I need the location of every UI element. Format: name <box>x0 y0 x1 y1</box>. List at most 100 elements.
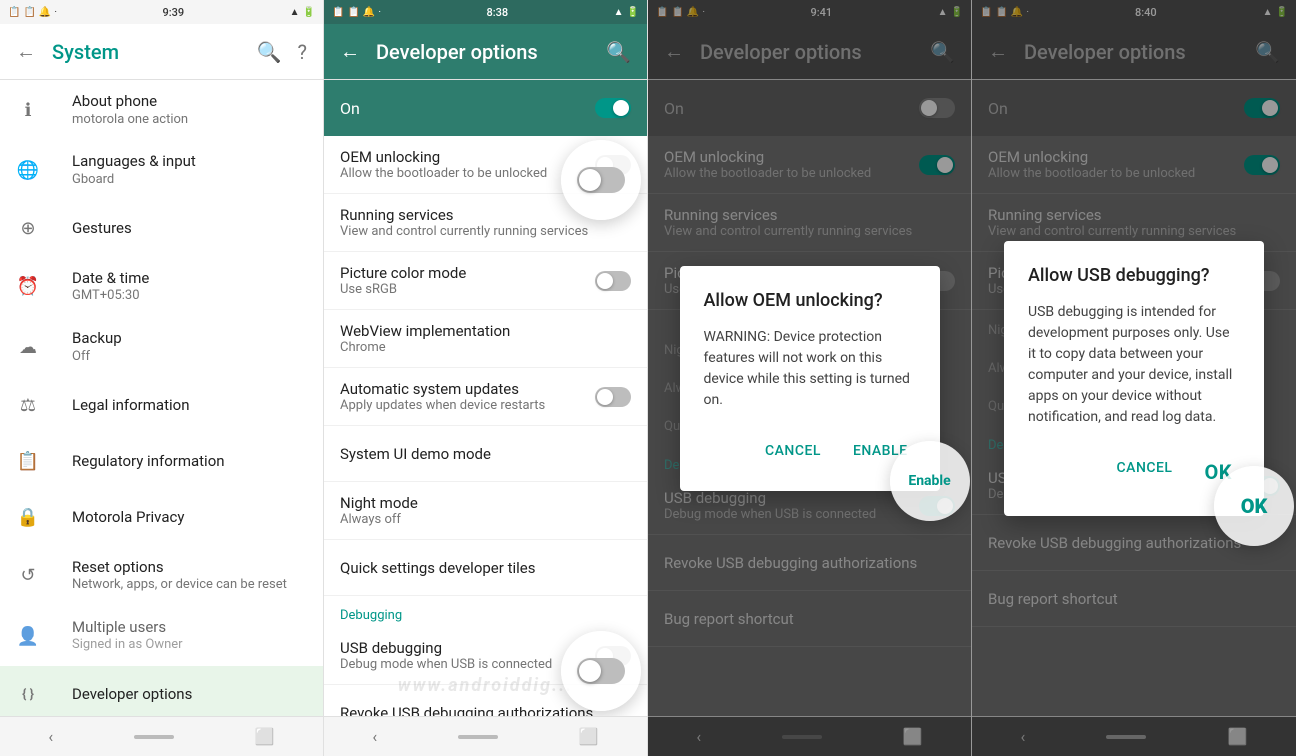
app-bar-1: ← System 🔍 ? <box>0 24 323 80</box>
legal-label: Legal information <box>72 396 307 416</box>
status-time-1: 9:39 <box>162 6 184 19</box>
developer-icon: { } <box>16 682 40 706</box>
auto-updates-sub: Apply updates when device restarts <box>340 398 587 413</box>
regulatory-label: Regulatory information <box>72 452 307 472</box>
webview-label: WebView implementation <box>340 322 631 340</box>
usb-big-toggle[interactable] <box>577 658 625 684</box>
nav-indicator-2 <box>458 735 498 739</box>
back-icon-2[interactable]: ← <box>340 39 360 64</box>
settings-item-legal[interactable]: ⚖ Legal information <box>0 378 323 434</box>
nav-bar-2: ‹ ⬜ <box>324 716 647 756</box>
oem-dialog-text: WARNING: Device protection features will… <box>704 327 916 411</box>
oem-cancel-button[interactable]: Cancel <box>757 435 829 467</box>
usb-item-wrapper: USB debugging Debug mode when USB is con… <box>324 627 647 685</box>
app-bar-title-2: Developer options <box>376 40 590 64</box>
oem-sub: Allow the bootloader to be unlocked <box>340 166 587 181</box>
legal-icon: ⚖ <box>16 394 40 418</box>
back-icon[interactable]: ← <box>16 39 36 64</box>
datetime-sub: GMT+05:30 <box>72 288 307 305</box>
datetime-icon: ⏰ <box>16 275 40 299</box>
backup-icon: ☁ <box>16 335 40 359</box>
dialog-overlay-4: Allow USB debugging? USB debugging is in… <box>972 0 1296 756</box>
toggle-circle-2 <box>613 100 629 116</box>
help-icon-1[interactable]: ? <box>298 40 307 64</box>
nav-back-1[interactable]: ‹ <box>32 719 69 754</box>
settings-list-1: ℹ About phone motorola one action 🌐 Lang… <box>0 80 323 716</box>
backup-sub: Off <box>72 349 307 366</box>
dev-item-night-mode[interactable]: Night mode Always off <box>324 482 647 540</box>
dev-item-webview[interactable]: WebView implementation Chrome <box>324 310 647 368</box>
users-icon: 👤 <box>16 624 40 648</box>
settings-item-reset[interactable]: ↺ Reset options Network, apps, or device… <box>0 546 323 606</box>
picture-color-label: Picture color mode <box>340 264 587 282</box>
dialog-overlay-3: Allow OEM unlocking? WARNING: Device pro… <box>648 0 971 756</box>
gestures-label: Gestures <box>72 219 307 239</box>
status-icons-right-2: ▲🔋 <box>614 7 639 18</box>
dev-master-toggle-2[interactable] <box>595 98 631 118</box>
datetime-label: Date & time <box>72 269 307 289</box>
status-bar-2: 📋📋🔔· 8:38 ▲🔋 <box>324 0 647 24</box>
settings-item-developer[interactable]: { } Developer options <box>0 666 323 716</box>
demo-mode-label: System UI demo mode <box>340 445 631 463</box>
usb-cancel-button[interactable]: Cancel <box>1109 452 1181 492</box>
usb-dialog-title: Allow USB debugging? <box>1028 265 1240 286</box>
app-bar-2: ← Developer options 🔍 <box>324 24 647 80</box>
nav-square-1[interactable]: ⬜ <box>239 719 291 754</box>
search-icon-2[interactable]: 🔍 <box>606 40 631 64</box>
users-sub: Signed in as Owner <box>72 637 307 654</box>
dev-header-toggle-2[interactable]: On <box>324 80 647 136</box>
panel-system-settings: 📋📋🔔· 9:39 ▲🔋 ← System 🔍 ? ℹ About phone … <box>0 0 324 756</box>
dev-item-auto-updates[interactable]: Automatic system updates Apply updates w… <box>324 368 647 426</box>
settings-item-users[interactable]: 👤 Multiple users Signed in as Owner <box>0 606 323 666</box>
oem-label: OEM unlocking <box>340 148 587 166</box>
settings-item-privacy[interactable]: 🔒 Motorola Privacy <box>0 490 323 546</box>
settings-item-regulatory[interactable]: 📋 Regulatory information <box>0 434 323 490</box>
oem-big-toggle[interactable] <box>577 167 625 193</box>
usb-toggle-circle-overlay <box>561 631 641 711</box>
dev-item-picture-color[interactable]: Picture color mode Use sRGB <box>324 252 647 310</box>
usb-debug-sub: Debug mode when USB is connected <box>340 657 587 672</box>
nav-back-2[interactable]: ‹ <box>356 719 393 754</box>
app-bar-title-1: System <box>52 40 241 64</box>
night-mode-sub: Always off <box>340 512 631 527</box>
search-icon-1[interactable]: 🔍 <box>257 40 282 64</box>
webview-sub: Chrome <box>340 340 631 355</box>
dev-list-2: OEM unlocking Allow the bootloader to be… <box>324 136 647 716</box>
reset-label: Reset options <box>72 558 307 578</box>
languages-icon: 🌐 <box>16 159 40 183</box>
nav-square-2[interactable]: ⬜ <box>563 719 615 754</box>
picture-color-toggle[interactable] <box>595 271 631 291</box>
settings-item-backup[interactable]: ☁ Backup Off <box>0 317 323 377</box>
dialog-circle-overlay-4: OK <box>1214 466 1294 546</box>
panel-developer-oem-dialog: 📋📋🔔· 9:41 ▲🔋 ← Developer options 🔍 On OE… <box>648 0 972 756</box>
dev-item-quick-tiles[interactable]: Quick settings developer tiles <box>324 540 647 596</box>
settings-item-datetime[interactable]: ⏰ Date & time GMT+05:30 <box>0 257 323 317</box>
languages-label: Languages & input <box>72 152 307 172</box>
usb-dialog: Allow USB debugging? USB debugging is in… <box>1004 241 1264 516</box>
panel-developer-usb-dialog: 📋📋🔔· 8:40 ▲🔋 ← Developer options 🔍 On OE… <box>972 0 1296 756</box>
about-label: About phone <box>72 92 307 112</box>
picture-color-sub: Use sRGB <box>340 282 587 297</box>
status-icons-left-2: 📋📋🔔· <box>332 7 381 18</box>
status-time-2: 8:38 <box>486 6 508 19</box>
usb-debug-label: USB debugging <box>340 639 587 657</box>
regulatory-icon: 📋 <box>16 450 40 474</box>
developer-label: Developer options <box>72 685 307 705</box>
privacy-label: Motorola Privacy <box>72 508 307 528</box>
running-services-sub: View and control currently running servi… <box>340 224 631 239</box>
auto-updates-toggle[interactable] <box>595 387 631 407</box>
oem-dialog-actions: Cancel Enable <box>704 435 916 467</box>
nav-indicator-1 <box>134 735 174 739</box>
dialog-circle-overlay-3: Enable <box>890 441 970 521</box>
auto-updates-label: Automatic system updates <box>340 380 587 398</box>
dev-item-demo-mode[interactable]: System UI demo mode <box>324 426 647 482</box>
oem-toggle-circle-overlay <box>561 140 641 220</box>
gestures-icon: ⊕ <box>16 217 40 241</box>
status-icons-right: ▲🔋 <box>290 7 315 18</box>
status-icons-left: 📋📋🔔· <box>8 7 57 18</box>
info-icon: ℹ <box>16 98 40 122</box>
panel-developer-options: 📋📋🔔· 8:38 ▲🔋 ← Developer options 🔍 On OE… <box>324 0 648 756</box>
settings-item-gestures[interactable]: ⊕ Gestures <box>0 201 323 257</box>
settings-item-languages[interactable]: 🌐 Languages & input Gboard <box>0 140 323 200</box>
settings-item-about[interactable]: ℹ About phone motorola one action <box>0 80 323 140</box>
